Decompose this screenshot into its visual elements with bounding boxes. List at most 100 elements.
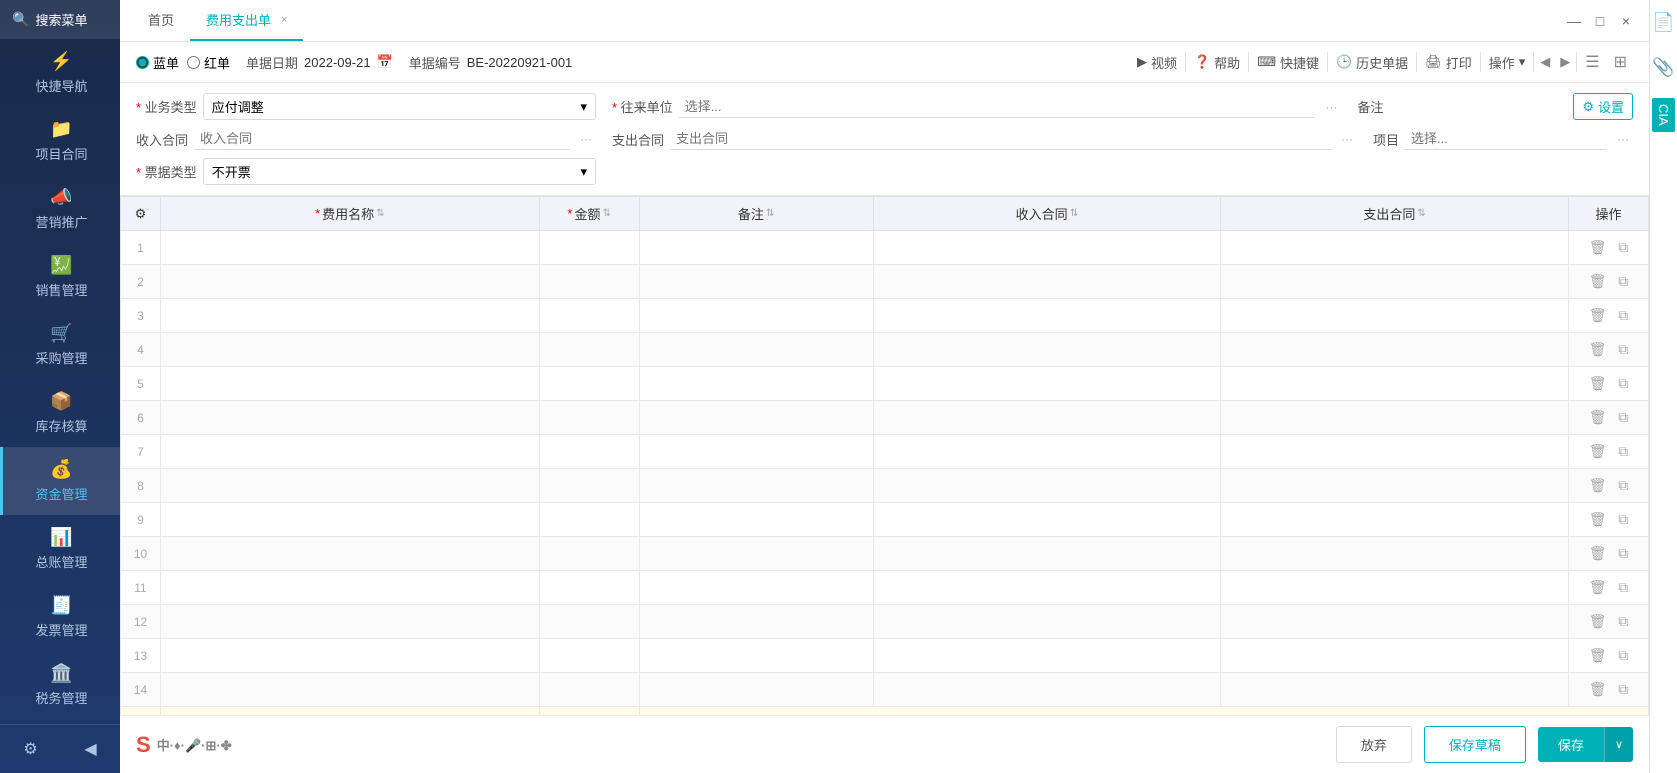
th-expense-contract[interactable]: 支出合同 ⇅	[1221, 197, 1569, 231]
row-remark-3[interactable]	[639, 299, 873, 333]
ops-btn[interactable]: 操作 ▾	[1483, 51, 1532, 74]
row-amount-10[interactable]	[539, 537, 639, 571]
row-amount-7[interactable]	[539, 435, 639, 469]
biz-type-select[interactable]: 应付调整 ▾	[203, 93, 596, 120]
help-btn[interactable]: ❓ 帮助	[1188, 51, 1246, 74]
sidebar-item-tax[interactable]: 🏛️ 税务管理	[0, 651, 120, 719]
row-expense-name-11[interactable]	[161, 571, 540, 605]
row-remark-8[interactable]	[639, 469, 873, 503]
radio-blue-label[interactable]: 蓝单	[136, 53, 179, 72]
tab-expense[interactable]: 费用支出单 ×	[190, 0, 303, 41]
row-amount-1[interactable]	[539, 231, 639, 265]
row-copy-btn-9[interactable]: ⧉	[1614, 509, 1632, 529]
row-remark-6[interactable]	[639, 401, 873, 435]
settings-icon[interactable]: ⚙	[15, 735, 45, 763]
row-remark-4[interactable]	[639, 333, 873, 367]
row-copy-btn-5[interactable]: ⧉	[1614, 373, 1632, 393]
row-amount-9[interactable]	[539, 503, 639, 537]
row-remark-2[interactable]	[639, 265, 873, 299]
row-delete-btn-1[interactable]: 🗑	[1585, 237, 1611, 257]
row-expense-contract-11[interactable]	[1221, 571, 1569, 605]
discard-btn[interactable]: 放弃	[1336, 726, 1412, 763]
history-btn[interactable]: 🕒 历史单据	[1330, 51, 1414, 74]
row-expense-name-8[interactable]	[161, 469, 540, 503]
row-delete-btn-12[interactable]: 🗑	[1585, 611, 1611, 631]
row-expense-name-13[interactable]	[161, 639, 540, 673]
sidebar-item-inventory[interactable]: 📦 库存核算	[0, 379, 120, 447]
row-amount-14[interactable]	[539, 673, 639, 707]
save-arrow-btn[interactable]: ∨	[1604, 727, 1633, 762]
sidebar-item-project-contract[interactable]: 📁 项目合同	[0, 107, 120, 175]
row-expense-name-1[interactable]	[161, 231, 540, 265]
row-copy-btn-13[interactable]: ⧉	[1614, 645, 1632, 665]
row-amount-8[interactable]	[539, 469, 639, 503]
row-delete-btn-8[interactable]: 🗑	[1585, 475, 1611, 495]
nav-right-icon[interactable]: ▶	[1556, 52, 1574, 72]
tab-close-icon[interactable]: ×	[281, 14, 287, 26]
sidebar-item-purchase-mgmt[interactable]: 🛒 采购管理	[0, 311, 120, 379]
row-income-contract-1[interactable]	[873, 231, 1221, 265]
partner-more-btn[interactable]: ···	[1321, 100, 1341, 114]
grid-view-icon[interactable]: ⊞	[1608, 50, 1633, 74]
row-remark-1[interactable]	[639, 231, 873, 265]
project-input[interactable]	[1405, 128, 1607, 150]
th-remark[interactable]: 备注 ⇅	[639, 197, 873, 231]
row-copy-btn-11[interactable]: ⧉	[1614, 577, 1632, 597]
sidebar-item-invoice[interactable]: 🧾 发票管理	[0, 583, 120, 651]
row-income-contract-8[interactable]	[873, 469, 1221, 503]
sidebar-item-quick-nav[interactable]: ⚡ 快捷导航	[0, 39, 120, 107]
row-remark-14[interactable]	[639, 673, 873, 707]
income-contract-more[interactable]: ···	[576, 132, 596, 146]
th-income-contract[interactable]: 收入合同 ⇅	[873, 197, 1221, 231]
row-copy-btn-3[interactable]: ⧉	[1614, 305, 1632, 325]
row-amount-5[interactable]	[539, 367, 639, 401]
row-income-contract-5[interactable]	[873, 367, 1221, 401]
row-delete-btn-4[interactable]: 🗑	[1585, 339, 1611, 359]
row-copy-btn-6[interactable]: ⧉	[1614, 407, 1632, 427]
row-expense-name-3[interactable]	[161, 299, 540, 333]
row-income-contract-7[interactable]	[873, 435, 1221, 469]
row-income-contract-2[interactable]	[873, 265, 1221, 299]
cia-tab[interactable]: CIA	[1652, 98, 1675, 132]
th-gear[interactable]: ⚙	[121, 197, 161, 231]
project-more[interactable]: ···	[1613, 132, 1633, 146]
row-amount-13[interactable]	[539, 639, 639, 673]
row-expense-contract-6[interactable]	[1221, 401, 1569, 435]
row-remark-12[interactable]	[639, 605, 873, 639]
row-expense-name-4[interactable]	[161, 333, 540, 367]
row-copy-btn-1[interactable]: ⧉	[1614, 237, 1632, 257]
row-income-contract-3[interactable]	[873, 299, 1221, 333]
row-delete-btn-14[interactable]: 🗑	[1585, 679, 1611, 699]
row-income-contract-13[interactable]	[873, 639, 1221, 673]
row-remark-10[interactable]	[639, 537, 873, 571]
row-copy-btn-10[interactable]: ⧉	[1614, 543, 1632, 563]
row-expense-contract-13[interactable]	[1221, 639, 1569, 673]
expense-contract-more[interactable]: ···	[1337, 132, 1357, 146]
row-remark-13[interactable]	[639, 639, 873, 673]
row-expense-contract-3[interactable]	[1221, 299, 1569, 333]
tab-home[interactable]: 首页	[132, 0, 190, 41]
income-contract-input[interactable]	[194, 128, 570, 150]
right-panel-icon2[interactable]: 📎	[1650, 53, 1676, 82]
sidebar-search[interactable]: 🔍 搜索菜单	[0, 0, 120, 39]
row-income-contract-6[interactable]	[873, 401, 1221, 435]
row-copy-btn-12[interactable]: ⧉	[1614, 611, 1632, 631]
row-remark-9[interactable]	[639, 503, 873, 537]
row-expense-name-5[interactable]	[161, 367, 540, 401]
sidebar-item-marketing[interactable]: 📣 营销推广	[0, 175, 120, 243]
save-draft-btn[interactable]: 保存草稿	[1424, 726, 1526, 763]
row-copy-btn-4[interactable]: ⧉	[1614, 339, 1632, 359]
list-view-icon[interactable]: ☰	[1579, 50, 1605, 74]
row-income-contract-11[interactable]	[873, 571, 1221, 605]
row-expense-name-10[interactable]	[161, 537, 540, 571]
window-min-btn[interactable]: —	[1563, 10, 1585, 32]
right-panel-icon1[interactable]: 📄	[1650, 8, 1676, 37]
row-expense-name-12[interactable]	[161, 605, 540, 639]
print-btn[interactable]: 🖨 打印	[1419, 51, 1478, 74]
row-delete-btn-5[interactable]: 🗑	[1585, 373, 1611, 393]
partner-input[interactable]	[679, 96, 1316, 118]
sidebar-item-sales-mgmt[interactable]: 💹 销售管理	[0, 243, 120, 311]
radio-blue-input[interactable]	[136, 56, 149, 69]
row-amount-6[interactable]	[539, 401, 639, 435]
expense-contract-input[interactable]	[670, 128, 1331, 150]
